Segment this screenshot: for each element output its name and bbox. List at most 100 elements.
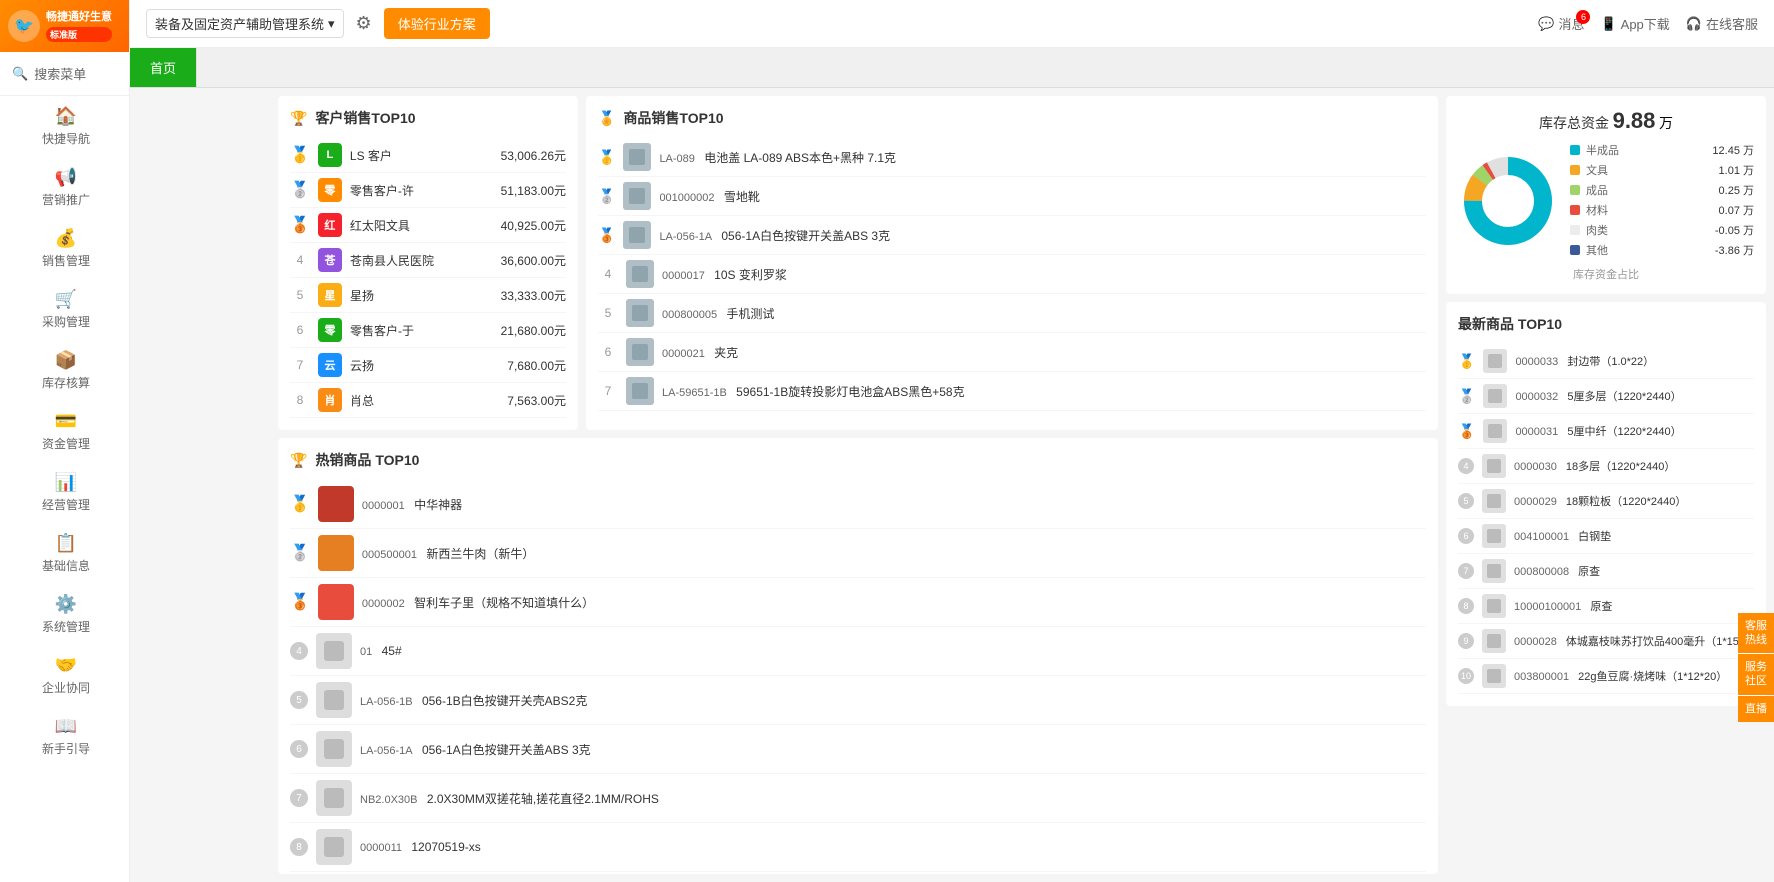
product-info: 0000029 18颗粒板（1220*2440） [1514, 493, 1754, 509]
bronze-medal-icon: 🥉 [1458, 423, 1475, 440]
sidebar-item-3[interactable]: 🛒采购管理 [0, 279, 129, 340]
bronze-medal-icon: 🥉 [290, 215, 310, 235]
live-float-button[interactable]: 直播 [1738, 696, 1774, 722]
product-info: NB2.0X30B 2.0X30MM双搓花轴,搓花直径2.1MM/ROHS [360, 790, 1426, 807]
app-download-button[interactable]: 📱 App下载 [1600, 14, 1669, 33]
customer-badge: 红 [318, 213, 342, 237]
logo-icon: 🐦 [8, 10, 40, 42]
rank-circle: 5 [1458, 493, 1474, 509]
product-thumbnail [1482, 594, 1506, 618]
table-row: 8 肖 肖总 7,563.00元 [290, 383, 566, 418]
system-selector[interactable]: 装备及固定资产辅助管理系统 ▾ [146, 9, 344, 38]
headset-icon: 🎧 [1686, 16, 1702, 32]
product-name: 新西兰牛肉（新牛） [426, 547, 534, 561]
chevron-down-icon: ▾ [328, 16, 335, 32]
sidebar-item-1[interactable]: 📢营销推广 [0, 157, 129, 218]
product-info: 01 45# [360, 644, 1426, 658]
legend-name: 其他 [1586, 242, 1709, 258]
customer-badge: 苍 [318, 248, 342, 272]
customer-service-float-button[interactable]: 客服 热线 [1738, 613, 1774, 654]
sidebar-item-0[interactable]: 🏠快捷导航 [0, 96, 129, 157]
hot-products-list: 🥇 0000001 中华神器 🥈 000500001 新西兰牛肉（新牛） 🥉 0… [290, 480, 1426, 874]
product-thumbnail [318, 584, 354, 620]
customer-amount: 33,333.00元 [501, 287, 566, 304]
sidebar-item-8[interactable]: ⚙️系统管理 [0, 584, 129, 645]
search-menu-button[interactable]: 🔍 搜索菜单 [8, 60, 121, 87]
legend-value: 0.25 万 [1719, 182, 1754, 198]
donut-container: 半成品 12.45 万 文具 1.01 万 成品 0.25 万 材料 0.07 … [1458, 142, 1754, 262]
list-item: 🥈 000500001 新西兰牛肉（新牛） [290, 529, 1426, 578]
customer-amount: 51,183.00元 [501, 182, 566, 199]
sidebar-item-4[interactable]: 📦库存核算 [0, 340, 129, 401]
table-row: 4 0000017 10S 变利罗浆 [598, 255, 1426, 294]
product-name: 手机测试 [726, 307, 774, 321]
sidebar-item-10[interactable]: 📖新手引导 [0, 706, 129, 767]
legend-item: 材料 0.07 万 [1570, 202, 1754, 218]
sidebar-logo: 🐦 畅捷通好生意 标准版 [0, 0, 129, 52]
list-item: 5 LA-056-1B 056-1B白色按键开关壳ABS2克 [290, 676, 1426, 725]
logo-subtitle: 标准版 [46, 27, 112, 42]
sidebar-item-5[interactable]: 💳资金管理 [0, 401, 129, 462]
rank-number: 8 [290, 393, 310, 407]
sidebar-item-7[interactable]: 📋基础信息 [0, 523, 129, 584]
product-info: 003800001 22g鱼豆腐·烧烤味（1*12*20） [1514, 668, 1754, 684]
product-thumbnail [1482, 454, 1506, 478]
placeholder-icon [632, 266, 648, 282]
community-float-button[interactable]: 服务 社区 [1738, 654, 1774, 695]
legend-value: -0.05 万 [1715, 222, 1754, 238]
product-code: 0000031 [1515, 426, 1558, 438]
settings-icon[interactable]: ⚙ [356, 13, 372, 34]
product-code: 01 [360, 646, 372, 658]
legend-item: 肉类 -0.05 万 [1570, 222, 1754, 238]
sidebar-item-6[interactable]: 📊经营管理 [0, 462, 129, 523]
customer-badge: 肖 [318, 388, 342, 412]
product-image [626, 260, 654, 288]
product-name: 5厘多层（1220*2440） [1567, 391, 1681, 403]
product-name: 056-1A白色按键开关盖ABS 3克 [721, 229, 890, 243]
fire-icon: 🏆 [290, 452, 307, 469]
silver-medal-icon: 🥈 [598, 188, 615, 205]
sidebar-item-2[interactable]: 💰销售管理 [0, 218, 129, 279]
product-name: 056-1B白色按键开关壳ABS2克 [422, 694, 587, 708]
product-thumbnail [318, 486, 354, 522]
online-service-button[interactable]: 🎧 在线客服 [1686, 14, 1758, 33]
product-info: 0000028 体城嘉枝味苏打饮品400毫升（1*15） [1514, 633, 1754, 649]
product-name: 雪地靴 [724, 190, 760, 204]
product-info: LA-089 电池盖 LA-089 ABS本色+黑种 7.1克 [659, 149, 1426, 166]
table-row: 🥈 001000002 雪地靴 [598, 177, 1426, 216]
product-code: LA-056-1B [360, 696, 413, 708]
sidebar-search-area[interactable]: 🔍 搜索菜单 [0, 52, 129, 96]
product-name: 原查 [1578, 566, 1600, 578]
product-info: 001000002 雪地靴 [659, 188, 1426, 205]
table-row: 5 000800005 手机测试 [598, 294, 1426, 333]
placeholder-icon [632, 383, 648, 399]
hot-products-title: 🏆 热销商品 TOP10 [290, 450, 1426, 470]
tab-home[interactable]: 首页 [130, 48, 197, 87]
customer-name: 肖总 [350, 392, 499, 409]
table-row: 7 云 云扬 7,680.00元 [290, 348, 566, 383]
legend-item: 文具 1.01 万 [1570, 162, 1754, 178]
rank-number: 7 [598, 384, 618, 398]
rank-circle: 9 [1458, 633, 1474, 649]
product-info: 000800005 手机测试 [662, 305, 1426, 322]
hot-products-panel: 🏆 热销商品 TOP10 🥇 0000001 中华神器 🥈 000500001 … [278, 438, 1438, 874]
product-thumbnail [1482, 629, 1506, 653]
product-code: 0000028 [1514, 636, 1557, 648]
legend-item: 半成品 12.45 万 [1570, 142, 1754, 158]
message-button[interactable]: 💬 消息 6 [1538, 14, 1584, 33]
table-row: 🥇 L LS 客户 53,006.26元 [290, 138, 566, 173]
customer-badge: 零 [318, 178, 342, 202]
product-image [626, 377, 654, 405]
sidebar: 🐦 畅捷通好生意 标准版 🔍 搜索菜单 🏠快捷导航📢营销推广💰销售管理🛒采购管理… [0, 0, 130, 882]
product-code: 0000030 [1514, 461, 1557, 473]
product-code: 10000100001 [1514, 601, 1581, 613]
sidebar-item-9[interactable]: 🤝企业协同 [0, 645, 129, 706]
list-item: 9 KK-SD22110H 花语萌恒温分腿睡袋（厚款） [290, 872, 1426, 874]
placeholder-icon [1488, 354, 1502, 368]
placeholder-icon [629, 188, 645, 204]
placeholder-icon [324, 739, 344, 759]
trial-button[interactable]: 体验行业方案 [384, 8, 490, 39]
product-code: 000800008 [1514, 566, 1569, 578]
rank-circle: 8 [1458, 598, 1474, 614]
list-item: 5 0000029 18颗粒板（1220*2440） [1458, 484, 1754, 519]
